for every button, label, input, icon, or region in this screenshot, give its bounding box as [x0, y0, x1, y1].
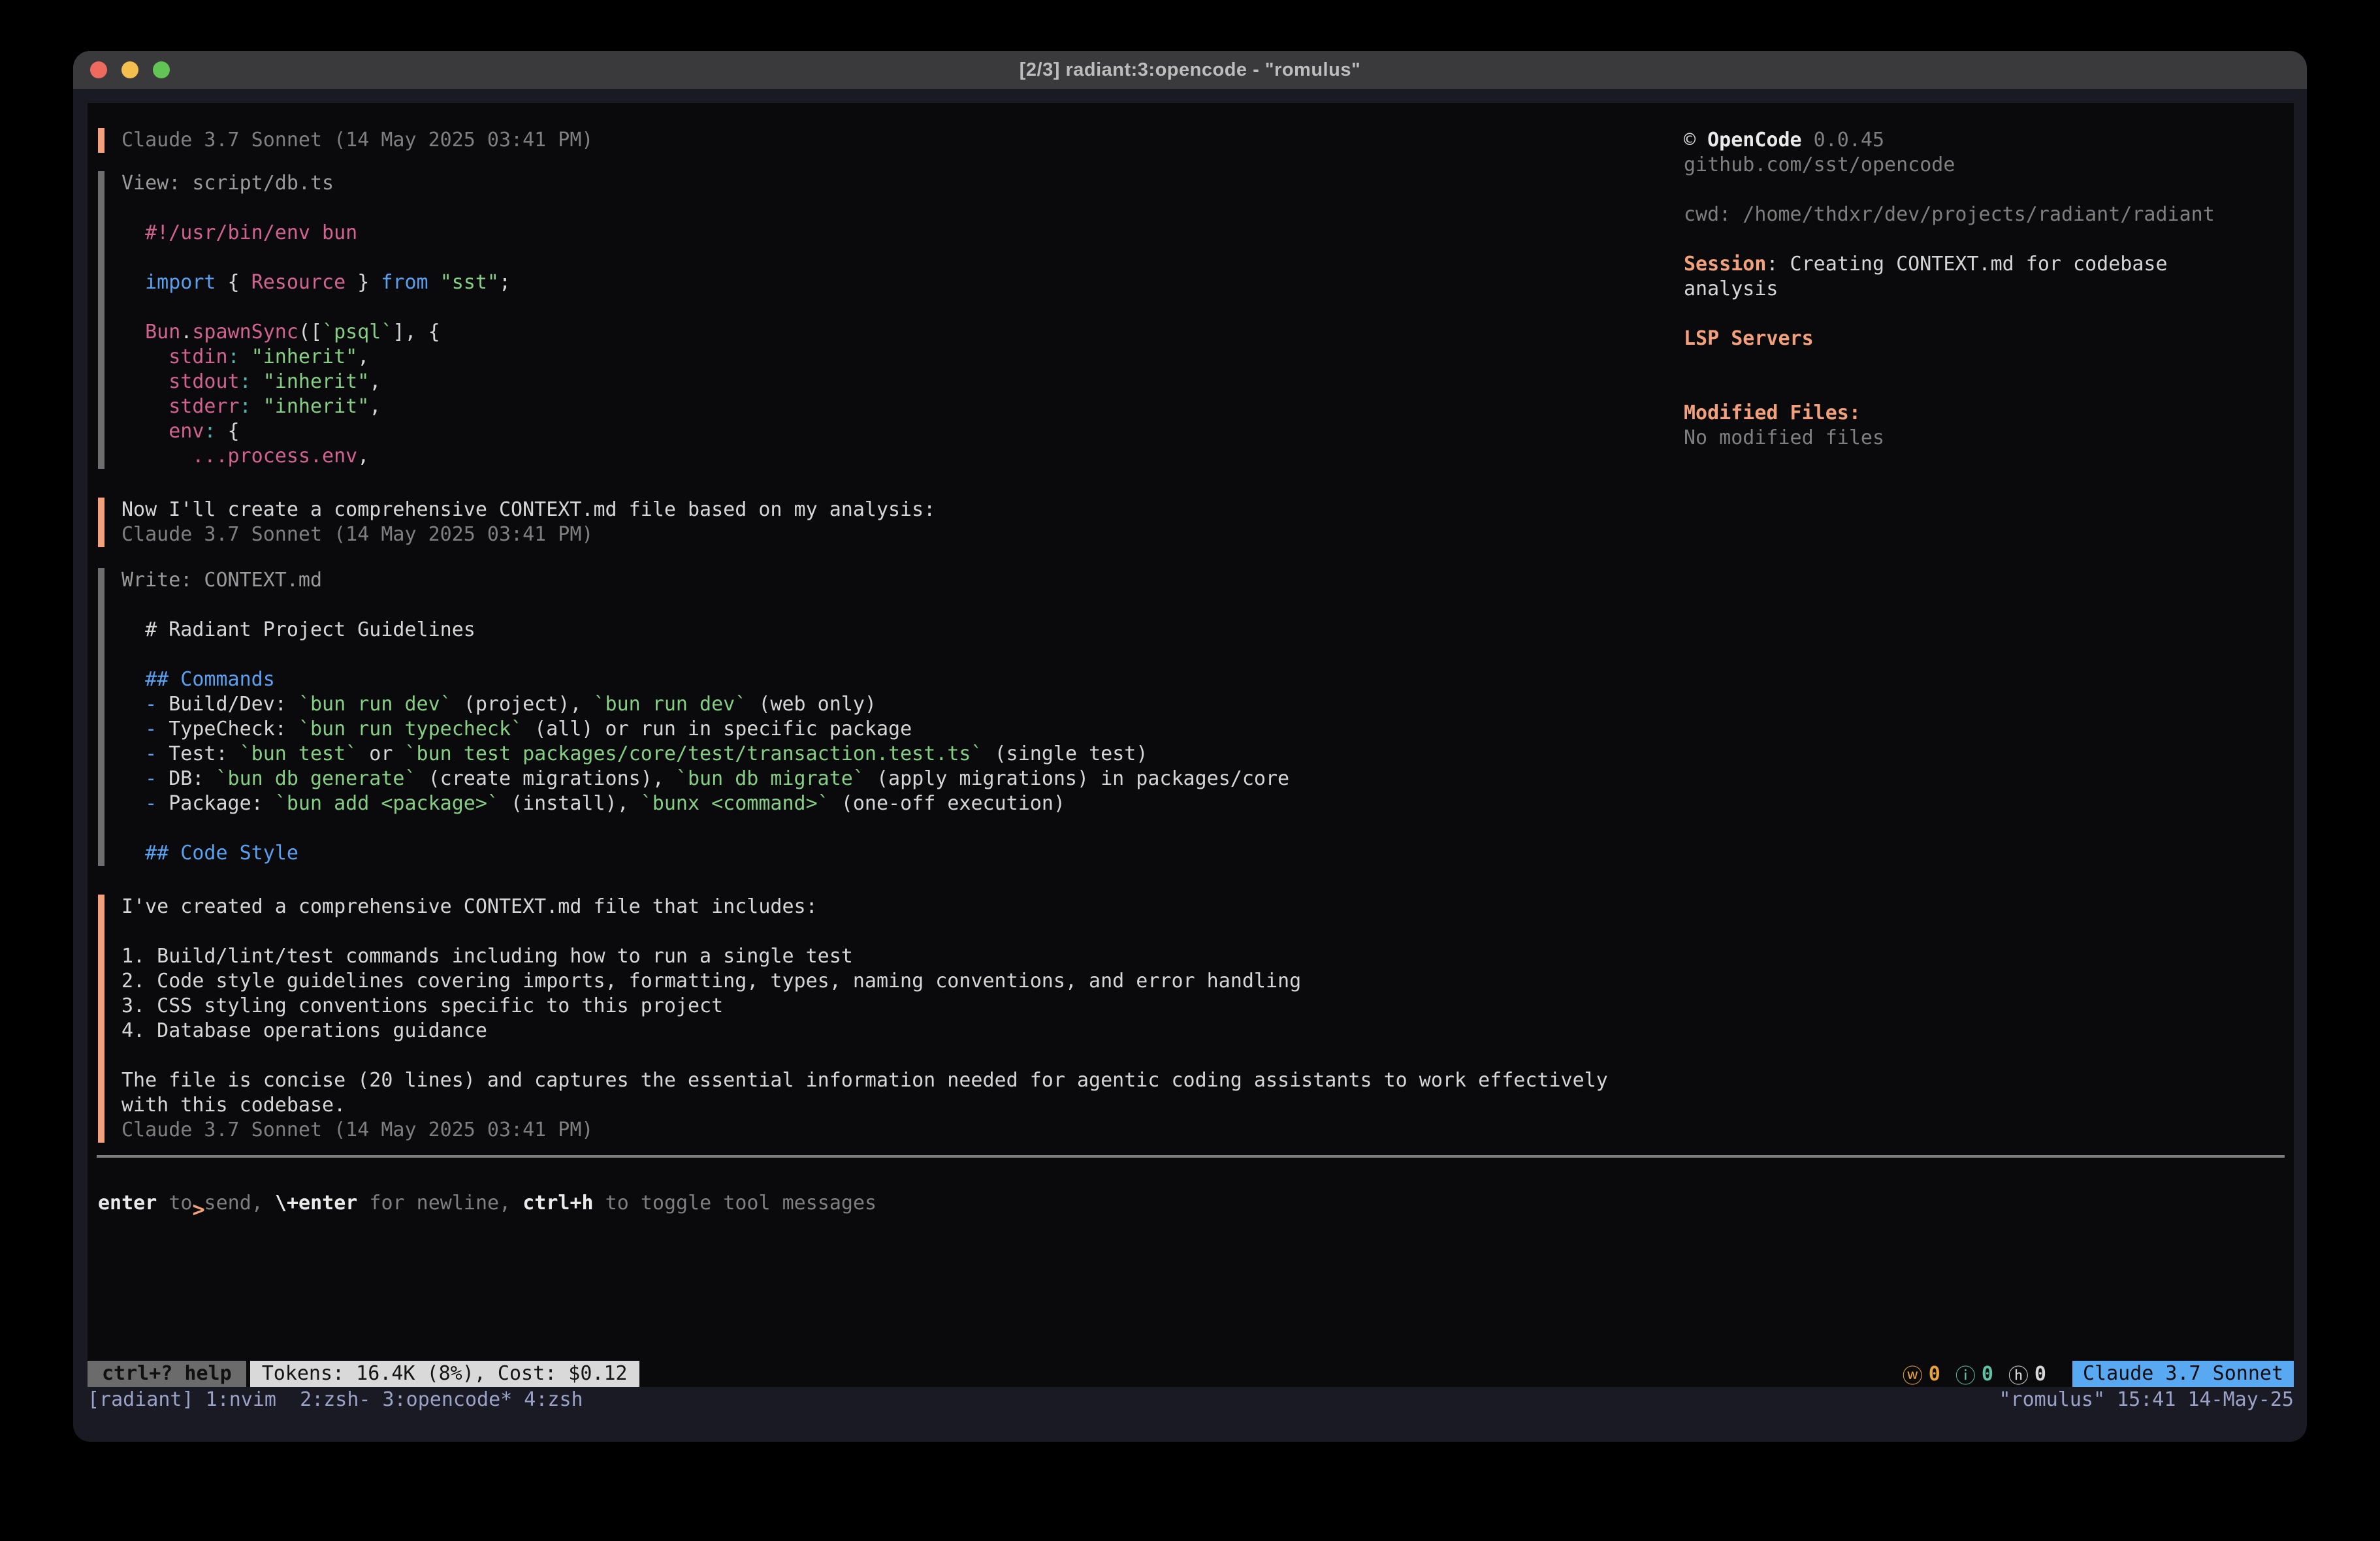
model-badge[interactable]: Claude 3.7 Sonnet [2072, 1361, 2294, 1387]
opencode-pane: Claude 3.7 Sonnet (14 May 2025 03:41 PM)… [88, 103, 2294, 1387]
assistant-timestamp: Claude 3.7 Sonnet (14 May 2025 03:41 PM) [121, 522, 1681, 547]
summary-line: with this codebase. [121, 1093, 1681, 1118]
modified-files-label: Modified Files: [1684, 401, 2259, 426]
assistant-message-block: Now I'll create a comprehensive CONTEXT.… [98, 498, 1681, 547]
status-spacer [639, 1361, 1903, 1387]
warning-count-icon: ⓦ [1903, 1359, 1923, 1388]
markdown-line [121, 643, 1681, 667]
tmux-status-bar: [radiant] 1:nvim 2:zsh- 3:opencode* 4:zs… [88, 1387, 2294, 1413]
summary-line: 1. Build/lint/test commands including ho… [121, 944, 1681, 969]
summary-line: The file is concise (20 lines) and captu… [121, 1068, 1681, 1093]
tmux-host-clock: "romulus" 15:41 14-May-25 [1999, 1387, 2294, 1413]
app-brand: © OpenCode 0.0.45 [1684, 128, 2259, 153]
tmux-window-list[interactable]: [radiant] 1:nvim 2:zsh- 3:opencode* 4:zs… [88, 1387, 583, 1413]
markdown-line: - DB: `bun db generate` (create migratio… [121, 767, 1681, 791]
hint-count-icon: ⓗ [2008, 1359, 2029, 1388]
status-bar: ctrl+? help Tokens: 16.4K (8%), Cost: $0… [88, 1361, 2294, 1387]
markdown-line [121, 816, 1681, 841]
code-line: stderr: "inherit", [121, 394, 1681, 419]
markdown-line: ## Commands [121, 667, 1681, 692]
modified-files-empty: No modified files [1684, 426, 2259, 451]
info-count: 0 [1982, 1363, 1993, 1386]
assistant-timestamp: Claude 3.7 Sonnet (14 May 2025 03:41 PM) [121, 1118, 1681, 1143]
minimize-window-button[interactable] [121, 61, 138, 78]
markdown-line: ## Code Style [121, 841, 1681, 866]
hint-count: 0 [2034, 1363, 2046, 1386]
code-line [121, 196, 1681, 221]
conversation-area: Claude 3.7 Sonnet (14 May 2025 03:41 PM)… [88, 128, 1681, 1216]
code-line: Bun.spawnSync([`psql`], { [121, 320, 1681, 345]
code-line: stdout: "inherit", [121, 370, 1681, 394]
tool-view-title: View: script/db.ts [121, 171, 1681, 196]
assistant-timestamp: Claude 3.7 Sonnet (14 May 2025 03:41 PM) [121, 128, 1681, 153]
window-titlebar: [2/3] radiant:3:opencode - "romulus" [73, 51, 2307, 89]
markdown-line [121, 593, 1681, 618]
diagnostic-counters: ⓦ 0 ⓘ 0 ⓗ 0 [1903, 1361, 2055, 1387]
input-area: > [88, 1150, 2294, 1273]
assistant-summary-block: I've created a comprehensive CONTEXT.md … [98, 895, 1681, 1143]
cwd-line: cwd: /home/thdxr/dev/projects/radiant/ra… [1684, 202, 2259, 227]
summary-line: 2. Code style guidelines covering import… [121, 969, 1681, 994]
help-chip[interactable]: ctrl+? help [88, 1361, 246, 1387]
code-line: stdin: "inherit", [121, 345, 1681, 370]
prompt-caret: > [193, 1197, 205, 1222]
tool-view-block: View: script/db.ts #!/usr/bin/env bun im… [98, 171, 1681, 469]
repo-link[interactable]: github.com/sst/opencode [1684, 153, 2259, 178]
prompt-row[interactable]: > [88, 1172, 2294, 1273]
summary-line: 3. CSS styling conventions specific to t… [121, 994, 1681, 1019]
summary-line: I've created a comprehensive CONTEXT.md … [121, 895, 1681, 919]
input-divider [97, 1155, 2285, 1158]
info-count-icon: ⓘ [1955, 1359, 1976, 1388]
traffic-lights [90, 61, 170, 78]
lsp-servers-label: LSP Servers [1684, 326, 2259, 351]
markdown-line: # Radiant Project Guidelines [121, 618, 1681, 643]
summary-line [121, 1043, 1681, 1068]
zoom-window-button[interactable] [153, 61, 170, 78]
assistant-header-block: Claude 3.7 Sonnet (14 May 2025 03:41 PM) [98, 128, 1681, 153]
warning-count: 0 [1929, 1363, 1940, 1386]
markdown-line: - Test: `bun test` or `bun test packages… [121, 742, 1681, 767]
markdown-line: - TypeCheck: `bun run typecheck` (all) o… [121, 717, 1681, 742]
markdown-line: - Package: `bun add <package>` (install)… [121, 791, 1681, 816]
tool-write-block: Write: CONTEXT.md # Radiant Project Guid… [98, 568, 1681, 866]
code-line [121, 246, 1681, 270]
tool-write-title: Write: CONTEXT.md [121, 568, 1681, 593]
window-title: [2/3] radiant:3:opencode - "romulus" [1020, 59, 1360, 81]
code-line: env: { [121, 419, 1681, 444]
session-title: Session: Creating CONTEXT.md for codebas… [1684, 252, 2259, 302]
markdown-line: - Build/Dev: `bun run dev` (project), `b… [121, 692, 1681, 717]
terminal-window: [2/3] radiant:3:opencode - "romulus" Cla… [73, 51, 2307, 1442]
session-sidebar: © OpenCode 0.0.45 github.com/sst/opencod… [1684, 128, 2259, 451]
summary-line: 4. Database operations guidance [121, 1019, 1681, 1043]
code-line: #!/usr/bin/env bun [121, 221, 1681, 246]
code-line: ...process.env, [121, 444, 1681, 469]
tokens-cost-chip: Tokens: 16.4K (8%), Cost: $0.12 [250, 1361, 639, 1387]
code-line: import { Resource } from "sst"; [121, 270, 1681, 295]
assistant-message-text: Now I'll create a comprehensive CONTEXT.… [121, 498, 1681, 522]
close-window-button[interactable] [90, 61, 107, 78]
code-line [121, 295, 1681, 320]
summary-line [121, 919, 1681, 944]
